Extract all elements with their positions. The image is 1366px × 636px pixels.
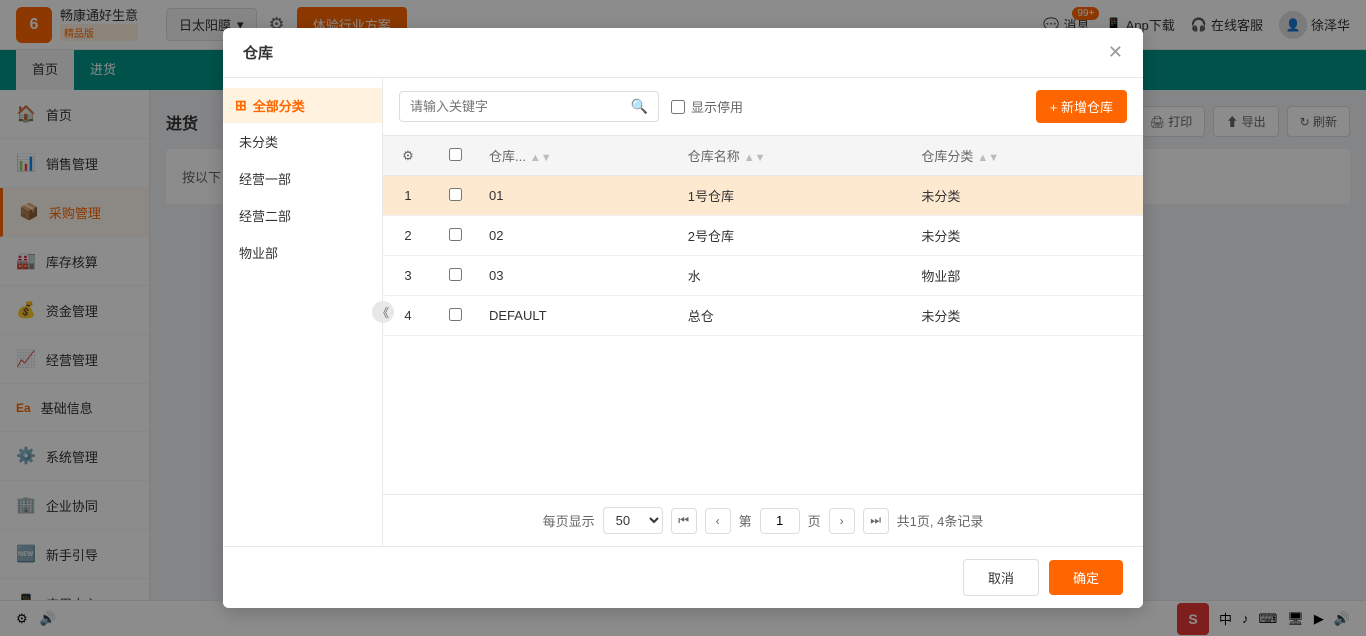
select-all-checkbox[interactable] [449,148,462,161]
row-index: 1 [383,176,433,216]
table-body: 1 01 1号仓库 未分类 2 02 2号仓库 [383,176,1143,336]
col-header-settings: ⚙ [383,136,433,176]
first-page-btn[interactable]: ⏮ [671,508,697,534]
row-checkbox [433,256,477,296]
row-select-checkbox[interactable] [449,308,462,321]
row-select-checkbox[interactable] [449,228,462,241]
next-page-btn[interactable]: › [829,508,855,534]
table-row[interactable]: 4 DEFAULT 总仓 未分类 [383,296,1143,336]
row-category: 未分类 [909,296,1143,336]
table-row[interactable]: 3 03 水 物业部 [383,256,1143,296]
col-header-category: 仓库分类▲▼ [909,136,1143,176]
modal-close-button[interactable]: ✕ [1108,42,1123,63]
col-header-name: 仓库名称▲▼ [676,136,910,176]
category-sidebar: ⊞ 全部分类 未分类 经营一部 经营二部 物业部 《 [223,78,383,546]
row-category: 未分类 [909,216,1143,256]
modal-right-panel: 🔍 显示停用 + 新增仓库 ⚙ [383,78,1143,546]
category-header-label: 全部分类 [253,96,305,115]
warehouse-modal: 仓库 ✕ ⊞ 全部分类 未分类 经营一部 经营二部 物业部 《 [223,28,1143,608]
row-checkbox [433,296,477,336]
modal-table: ⚙ 仓库...▲▼ 仓库名称▲▼ 仓库分类▲▼ 1 01 [383,136,1143,494]
last-page-btn[interactable]: ⏭ [863,508,889,534]
page-label: 第 [739,511,752,530]
table-row[interactable]: 1 01 1号仓库 未分类 [383,176,1143,216]
total-info: 共1页, 4条记录 [897,511,984,530]
row-category: 物业部 [909,256,1143,296]
row-name: 1号仓库 [676,176,910,216]
cancel-button[interactable]: 取消 [963,559,1039,596]
row-name: 水 [676,256,910,296]
page-number-input[interactable] [760,508,800,534]
confirm-button[interactable]: 确定 [1049,560,1123,595]
row-select-checkbox[interactable] [449,188,462,201]
grid-icon: ⊞ [235,97,247,114]
modal-footer: 取消 确定 [223,546,1143,608]
row-name: 总仓 [676,296,910,336]
table-row[interactable]: 2 02 2号仓库 未分类 [383,216,1143,256]
show-disabled-checkbox[interactable] [671,100,685,114]
modal-pagination: 每页显示 50 20 100 ⏮ ‹ 第 页 › ⏭ 共1页, 4条记录 [383,494,1143,546]
show-disabled-checkbox-row: 显示停用 [671,97,743,116]
row-code: DEFAULT [477,296,676,336]
search-box: 🔍 [399,91,659,122]
page-unit: 页 [808,511,821,530]
show-disabled-label: 显示停用 [691,97,743,116]
row-code: 03 [477,256,676,296]
row-name: 2号仓库 [676,216,910,256]
row-checkbox [433,176,477,216]
category-item-property[interactable]: 物业部 [223,234,382,271]
modal-toolbar: 🔍 显示停用 + 新增仓库 [383,78,1143,136]
row-category: 未分类 [909,176,1143,216]
warehouse-table: ⚙ 仓库...▲▼ 仓库名称▲▼ 仓库分类▲▼ 1 01 [383,136,1143,336]
col-header-checkbox [433,136,477,176]
category-item-ops1[interactable]: 经营一部 [223,160,382,197]
page-size-label: 每页显示 [543,511,595,530]
modal-header: 仓库 ✕ [223,28,1143,78]
search-icon: 🔍 [631,98,648,115]
category-header[interactable]: ⊞ 全部分类 [223,88,382,123]
add-warehouse-button[interactable]: + 新增仓库 [1036,90,1127,123]
page-size-select[interactable]: 50 20 100 [603,507,663,534]
row-index: 2 [383,216,433,256]
category-item-unclassified[interactable]: 未分类 [223,123,382,160]
row-select-checkbox[interactable] [449,268,462,281]
row-code: 01 [477,176,676,216]
row-code: 02 [477,216,676,256]
category-collapse-btn[interactable]: 《 [372,301,394,323]
search-input[interactable] [410,99,625,114]
row-checkbox [433,216,477,256]
modal-overlay: 仓库 ✕ ⊞ 全部分类 未分类 经营一部 经营二部 物业部 《 [0,0,1366,636]
category-item-ops2[interactable]: 经营二部 [223,197,382,234]
row-index: 3 [383,256,433,296]
modal-title: 仓库 [243,42,273,63]
table-header: ⚙ 仓库...▲▼ 仓库名称▲▼ 仓库分类▲▼ [383,136,1143,176]
modal-body: ⊞ 全部分类 未分类 经营一部 经营二部 物业部 《 🔍 [223,78,1143,546]
col-header-code: 仓库...▲▼ [477,136,676,176]
prev-page-btn[interactable]: ‹ [705,508,731,534]
